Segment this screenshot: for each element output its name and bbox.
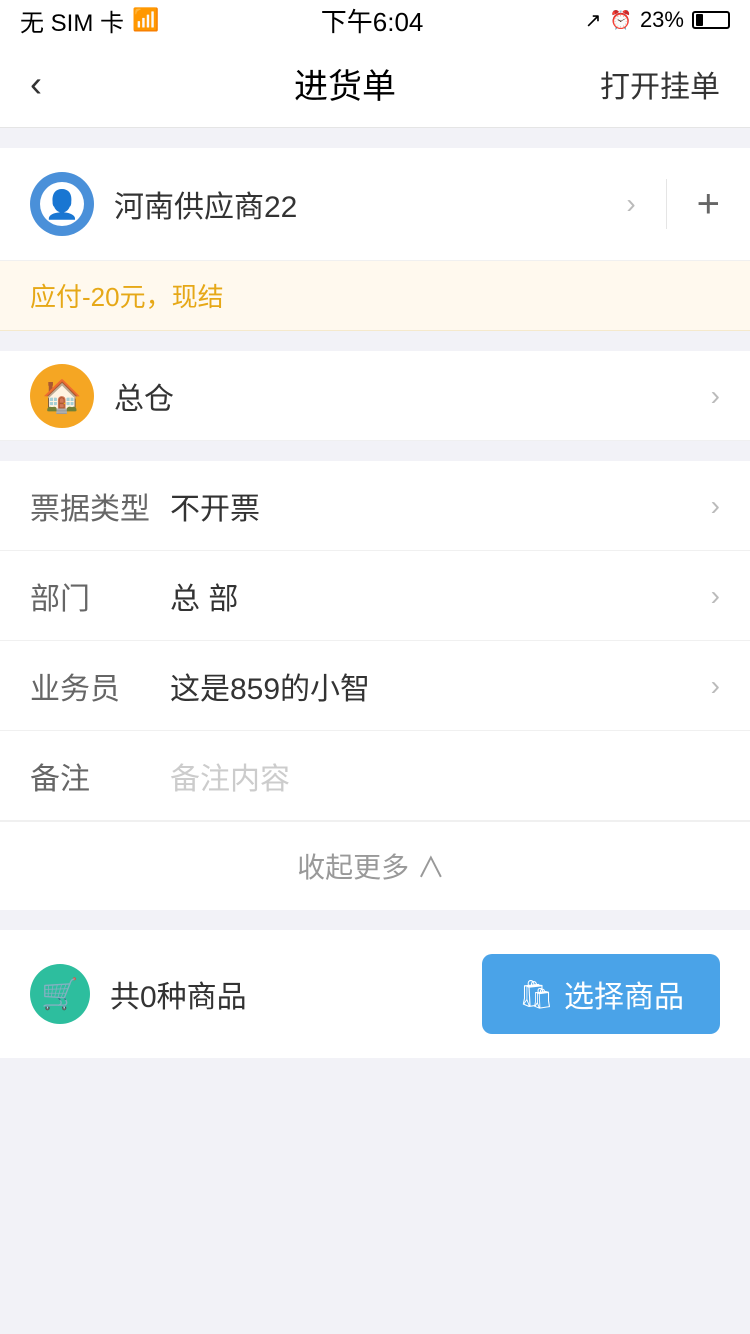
separator-top (0, 128, 750, 148)
open-pending-button[interactable]: 打开挂单 (600, 62, 720, 106)
notice-text: 应付-20元，现结 (30, 282, 224, 312)
location-icon: ↗ (585, 8, 602, 33)
note-row[interactable]: 备注 备注内容 (0, 731, 750, 821)
salesperson-chevron-icon: › (711, 670, 720, 702)
back-button[interactable]: ‹ (30, 63, 90, 105)
nav-bar: ‹ 进货单 打开挂单 (0, 40, 750, 128)
separator-2 (0, 441, 750, 461)
invoice-type-chevron-icon: › (711, 490, 720, 522)
add-button[interactable]: + (697, 182, 720, 227)
bottom-section: 🛒 共0种商品 🛍 选择商品 (0, 930, 750, 1058)
select-product-icon: 🛍 (518, 978, 554, 1011)
carrier-label: 无 SIM 卡 (20, 3, 124, 38)
battery-label: 23% (640, 7, 684, 33)
select-product-button[interactable]: 🛍 选择商品 (482, 954, 720, 1034)
note-label: 备注 (30, 754, 170, 798)
status-left: 无 SIM 卡 📶 (20, 3, 159, 38)
salesperson-row[interactable]: 业务员 这是859的小智 › (0, 641, 750, 731)
form-section: 票据类型 不开票 › 部门 总 部 › 业务员 这是859的小智 › 备注 备注… (0, 461, 750, 910)
salesperson-value: 这是859的小智 (170, 664, 711, 708)
collapse-row[interactable]: 收起更多 ∧ (0, 821, 750, 910)
product-count: 共0种商品 (110, 972, 482, 1016)
department-label: 部门 (30, 574, 170, 618)
alarm-icon: ⏰ (610, 10, 632, 31)
status-time: 下午6:04 (321, 2, 424, 39)
warehouse-chevron-icon: › (711, 380, 720, 412)
invoice-type-label: 票据类型 (30, 484, 170, 528)
page-title: 进货单 (294, 59, 396, 108)
invoice-type-row[interactable]: 票据类型 不开票 › (0, 461, 750, 551)
collapse-label: 收起更多 ∧ (297, 846, 445, 886)
warehouse-value: 总仓 (114, 374, 711, 418)
avatar-person-icon: 👤 (45, 188, 80, 221)
product-icon: 🛒 (30, 964, 90, 1024)
warehouse-row[interactable]: 🏠 总仓 › (0, 351, 750, 441)
department-row[interactable]: 部门 总 部 › (0, 551, 750, 641)
supplier-row[interactable]: 👤 河南供应商22 › + (0, 148, 750, 261)
invoice-type-value: 不开票 (170, 484, 711, 528)
department-chevron-icon: › (711, 580, 720, 612)
notice-banner: 应付-20元，现结 (0, 261, 750, 331)
battery-icon (692, 11, 730, 29)
supplier-chevron-icon: › (626, 188, 635, 220)
status-right: ↗ ⏰ 23% (585, 7, 730, 33)
vertical-divider (666, 179, 667, 229)
avatar-inner: 👤 (40, 182, 84, 226)
warehouse-icon: 🏠 (30, 364, 94, 428)
status-bar: 无 SIM 卡 📶 下午6:04 ↗ ⏰ 23% (0, 0, 750, 40)
salesperson-label: 业务员 (30, 664, 170, 708)
select-product-label: 选择商品 (564, 972, 684, 1016)
separator-1 (0, 331, 750, 351)
supplier-section: 👤 河南供应商22 › + 应付-20元，现结 (0, 148, 750, 331)
department-value: 总 部 (170, 574, 711, 618)
wifi-icon: 📶 (132, 7, 159, 33)
supplier-name: 河南供应商22 (114, 182, 626, 226)
note-value[interactable]: 备注内容 (170, 754, 720, 798)
supplier-avatar: 👤 (30, 172, 94, 236)
